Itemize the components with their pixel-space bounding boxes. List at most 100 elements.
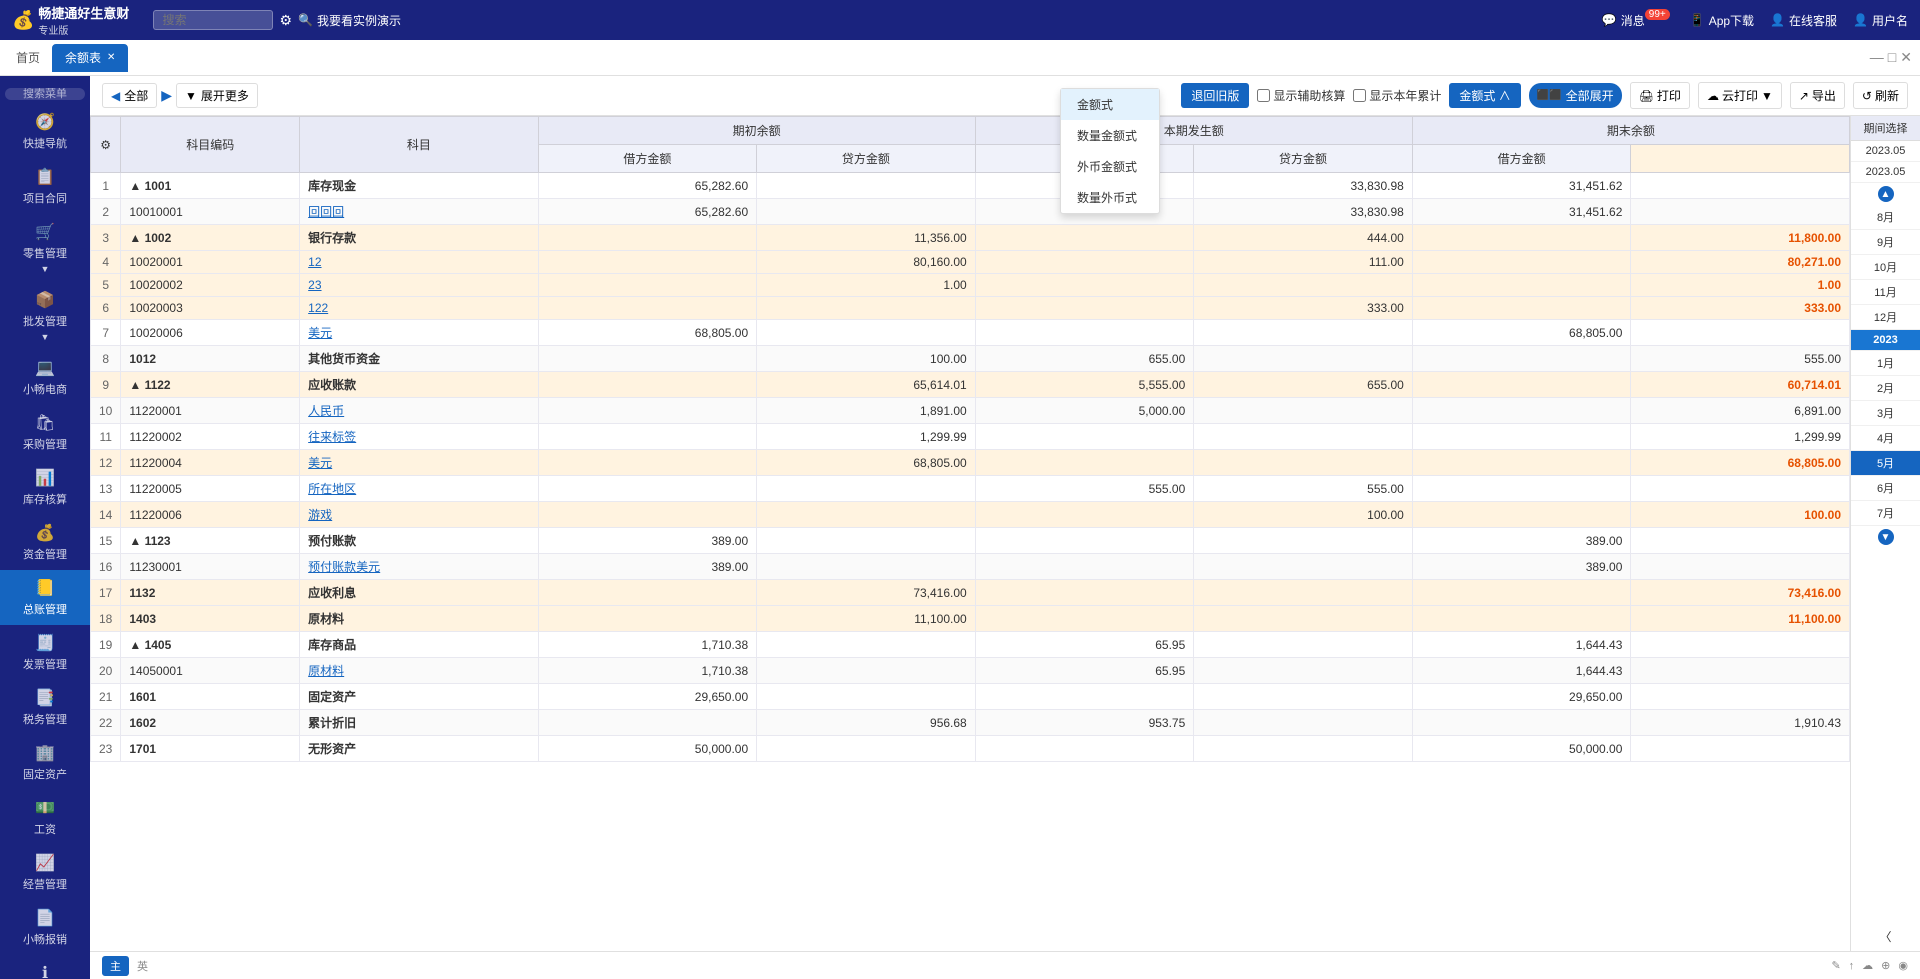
row-subject[interactable]: 人民币 — [300, 398, 538, 424]
export-btn[interactable]: ↗ 导出 — [1790, 82, 1845, 109]
row-closing-debit — [1412, 424, 1631, 450]
row-subject[interactable]: 回回回 — [300, 199, 538, 225]
window-maximize[interactable]: □ — [1888, 49, 1896, 66]
subsidiary-checkbox[interactable] — [1257, 89, 1270, 102]
row-subject[interactable]: 美元 — [300, 450, 538, 476]
period-mar[interactable]: 3月 — [1851, 401, 1920, 426]
main-content: ◀ 全部 ▶ ▼ 展开更多 退回旧版 显示辅助核算 显示本年累计 — [90, 76, 1920, 979]
sidebar-search[interactable] — [5, 88, 85, 100]
online-service-icon[interactable]: 👤 在线客服 — [1770, 12, 1837, 29]
row-subject[interactable]: 12 — [300, 251, 538, 274]
row-subject[interactable]: 预付账款美元 — [300, 554, 538, 580]
sidebar-item-salary[interactable]: 💵 工资 — [0, 790, 90, 845]
ytd-check[interactable]: 显示本年累计 — [1353, 87, 1441, 104]
row-current-credit — [1194, 424, 1413, 450]
sidebar-item-report[interactable]: 📄 小畅报销 — [0, 900, 90, 955]
status-edit-icon[interactable]: ✎ — [1831, 959, 1840, 972]
tab-home[interactable]: 首页 — [8, 49, 48, 66]
refresh-btn[interactable]: ↺ 刷新 — [1853, 82, 1908, 109]
sidebar-item-project[interactable]: 📋 项目合同 — [0, 159, 90, 214]
period-jun[interactable]: 6月 — [1851, 476, 1920, 501]
tab-balance[interactable]: 余额表 ✕ — [52, 44, 128, 72]
expand-button[interactable]: ▼ 展开更多 — [176, 83, 258, 108]
row-subject[interactable]: 游戏 — [300, 502, 538, 528]
sidebar-item-basic[interactable]: ℹ 基础信息 — [0, 955, 90, 979]
amount-type-btn[interactable]: 金额式 ∧ — [1449, 83, 1520, 108]
period-sep[interactable]: 9月 — [1851, 230, 1920, 255]
row-opening-debit: 65,282.60 — [538, 173, 757, 199]
all-button[interactable]: ◀ 全部 — [102, 83, 157, 108]
sidebar-assets-label: 固定资产 — [23, 766, 67, 782]
period-jul[interactable]: 7月 — [1851, 501, 1920, 526]
sidebar-item-ecommerce[interactable]: 💻 小畅电商 — [0, 350, 90, 405]
sidebar-item-purchase[interactable]: 🛍 采购管理 — [0, 405, 90, 460]
period-collapse[interactable]: 〈 — [1851, 922, 1920, 951]
status-add-icon[interactable]: ⊕ — [1881, 959, 1890, 972]
period-jan[interactable]: 1月 — [1851, 351, 1920, 376]
period-up-btn[interactable]: ▲ — [1878, 186, 1894, 202]
sidebar-item-retail[interactable]: 🛒 零售管理 ▼ — [0, 214, 90, 282]
row-subject[interactable]: 往来标签 — [300, 424, 538, 450]
print-btn[interactable]: 🖨 打印 — [1630, 82, 1690, 109]
cloud-icon: ☁ — [1707, 89, 1719, 103]
status-cloud-icon[interactable]: ☁ — [1862, 959, 1873, 972]
row-current-credit — [1194, 450, 1413, 476]
dropdown-foreign-amount[interactable]: 外币金额式 — [1061, 151, 1159, 182]
sidebar-item-capital[interactable]: 💰 资金管理 — [0, 515, 90, 570]
row-subject[interactable]: 122 — [300, 297, 538, 320]
period-may[interactable]: 5月 — [1851, 451, 1920, 476]
row-no: 9 — [91, 372, 121, 398]
row-subject[interactable]: 美元 — [300, 320, 538, 346]
row-code: 11220001 — [121, 398, 300, 424]
row-subject[interactable]: 23 — [300, 274, 538, 297]
row-subject[interactable]: 原材料 — [300, 658, 538, 684]
settings-header[interactable]: ⚙ — [91, 117, 121, 173]
global-search[interactable] — [153, 10, 273, 30]
sidebar-item-assets[interactable]: 🏢 固定资产 — [0, 735, 90, 790]
message-icon[interactable]: 💬 消息 99+ — [1602, 12, 1674, 29]
tab-close-icon[interactable]: ✕ — [107, 52, 115, 63]
row-closing-credit: 11,100.00 — [1631, 606, 1850, 632]
sidebar-item-invoice[interactable]: 🧾 发票管理 — [0, 625, 90, 680]
sidebar-item-wholesale[interactable]: 📦 批发管理 ▼ — [0, 282, 90, 350]
status-main-btn[interactable]: 主 — [102, 956, 129, 976]
window-close[interactable]: ✕ — [1900, 49, 1912, 66]
window-minimize[interactable]: — — [1870, 49, 1884, 66]
back-to-old-btn[interactable]: 退回旧版 — [1181, 83, 1249, 108]
user-avatar[interactable]: 👤 用户名 — [1853, 12, 1908, 29]
dropdown-qty-amount[interactable]: 数量金额式 — [1061, 120, 1159, 151]
row-code: ▲ 1122 — [121, 372, 300, 398]
period-aug[interactable]: 8月 — [1851, 205, 1920, 230]
status-record-icon[interactable]: ◉ — [1898, 959, 1908, 972]
status-upload-icon[interactable]: ↑ — [1849, 960, 1855, 972]
period-feb[interactable]: 2月 — [1851, 376, 1920, 401]
cloud-print-btn[interactable]: ☁ 云打印 ▼ — [1698, 82, 1782, 109]
row-current-credit: 33,830.98 — [1194, 199, 1413, 225]
sidebar-item-tax[interactable]: 📑 税务管理 — [0, 680, 90, 735]
status-lang[interactable]: 英 — [137, 958, 148, 974]
sidebar-item-nav[interactable]: 🧭 快捷导航 — [0, 104, 90, 159]
row-closing-credit: 333.00 — [1631, 297, 1850, 320]
dropdown-qty-foreign[interactable]: 数量外币式 — [1061, 182, 1159, 213]
period-oct[interactable]: 10月 — [1851, 255, 1920, 280]
subsidiary-check[interactable]: 显示辅助核算 — [1257, 87, 1345, 104]
top-bar-right: 💬 消息 99+ 📱 App下载 👤 在线客服 👤 用户名 — [1602, 12, 1908, 29]
ytd-checkbox[interactable] — [1353, 89, 1366, 102]
app-download-icon[interactable]: 📱 App下载 — [1690, 12, 1754, 29]
period-2023[interactable]: 2023 — [1851, 330, 1920, 351]
sidebar-item-inventory[interactable]: 📊 库存核算 — [0, 460, 90, 515]
dropdown-amount[interactable]: 金额式 — [1061, 89, 1159, 120]
settings-icon[interactable]: ⚙ — [279, 12, 292, 29]
period-nov[interactable]: 11月 — [1851, 280, 1920, 305]
sidebar-item-accounting[interactable]: 📒 总账管理 — [0, 570, 90, 625]
expand-all-btn[interactable]: ⬛⬛ 全部展开 — [1529, 83, 1622, 108]
period-dec[interactable]: 12月 — [1851, 305, 1920, 330]
period-apr[interactable]: 4月 — [1851, 426, 1920, 451]
row-current-debit: 5,555.00 — [975, 372, 1194, 398]
sidebar-item-operations[interactable]: 📈 经营管理 — [0, 845, 90, 900]
row-subject[interactable]: 所在地区 — [300, 476, 538, 502]
closing-debit-header: 借方金额 — [1412, 145, 1631, 173]
demo-link[interactable]: 🔍 我要看实例演示 — [298, 12, 401, 29]
row-code: 1701 — [121, 736, 300, 762]
period-down-btn[interactable]: ▼ — [1878, 529, 1894, 545]
